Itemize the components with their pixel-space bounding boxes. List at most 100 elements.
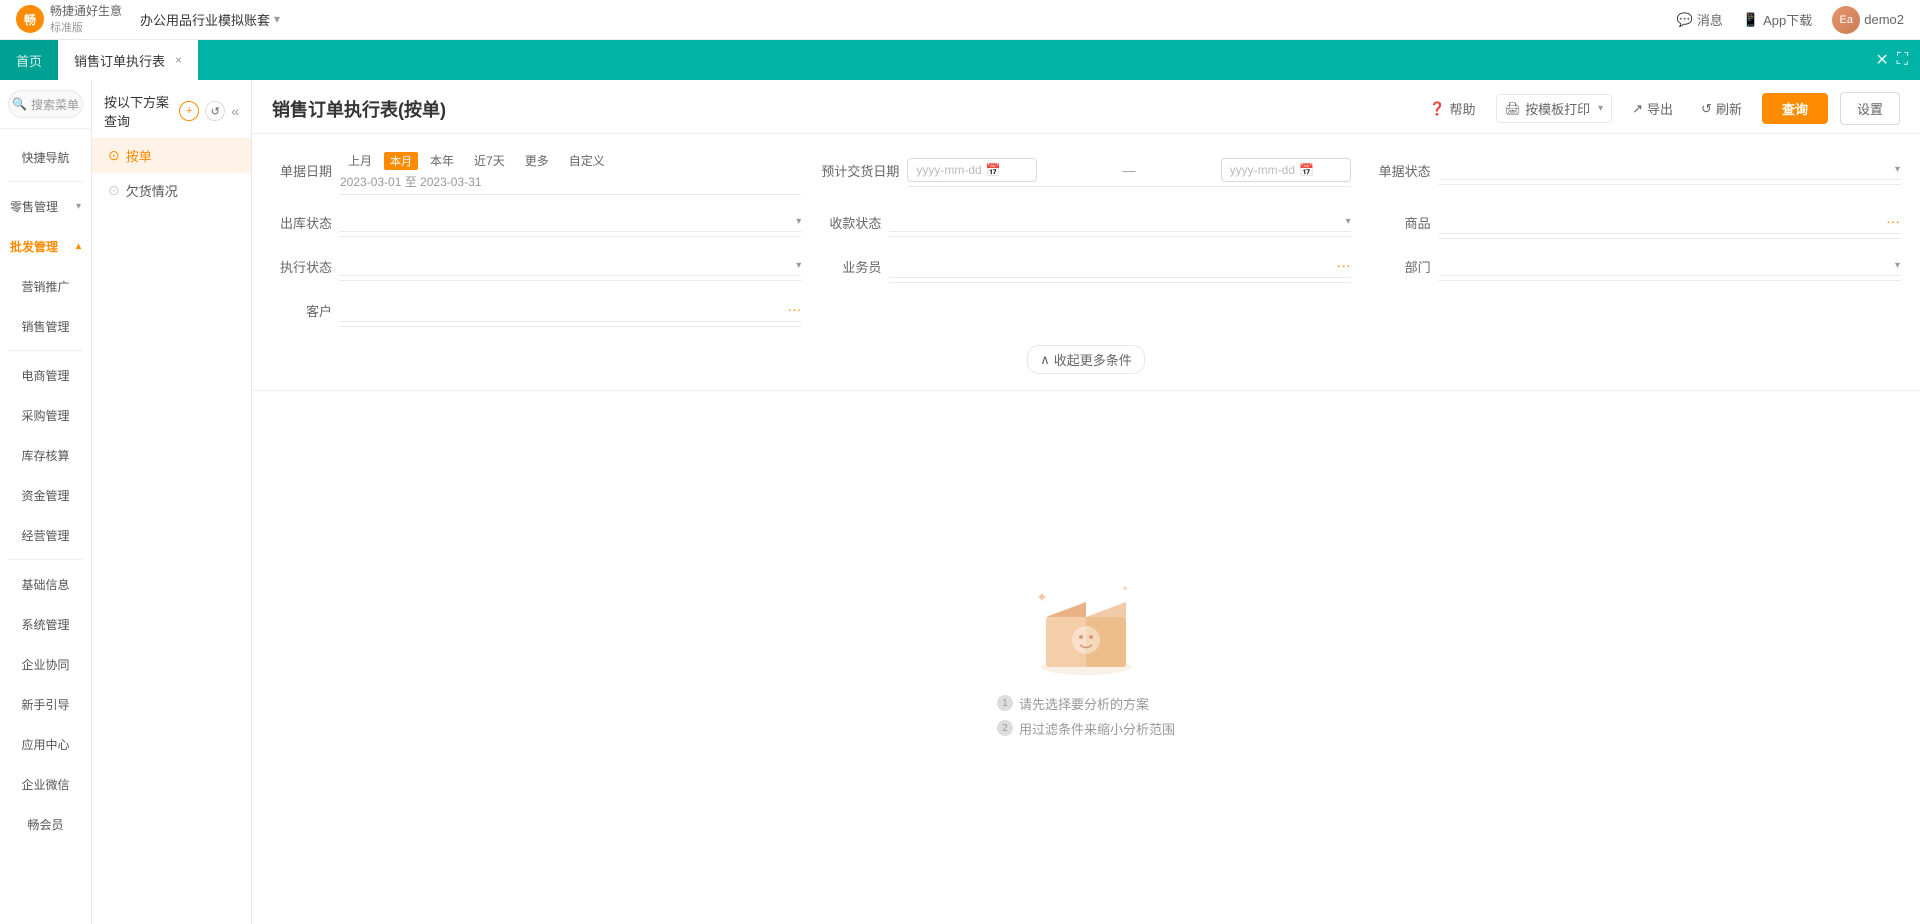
expected-date-end-input[interactable]: yyyy-mm-dd 📅 <box>1221 158 1351 182</box>
search-label: 搜索菜单 <box>31 96 79 113</box>
maximize-icon[interactable]: ⛶ <box>1897 51 1908 69</box>
main-layout: 🔍 搜索菜单 快捷导航 零售管理 ▾ 批发管理 ▴ 营销推广 销售管理 <box>0 80 1920 924</box>
sidebar-item-wechat[interactable]: 企业微信 <box>0 764 91 804</box>
out-status-control[interactable]: ▾ <box>340 208 801 237</box>
exec-status-arrow-icon: ▾ <box>796 260 801 271</box>
date-tab-prev-month[interactable]: 上月 <box>340 150 380 171</box>
settings-button[interactable]: 设置 <box>1840 92 1900 125</box>
scheme-item-shortage[interactable]: ⊙ 欠货情况 <box>92 173 251 208</box>
sidebar-item-basic[interactable]: 基础信息 <box>0 564 91 604</box>
sidebar-item-member[interactable]: 畅会员 <box>0 804 91 844</box>
svg-text:✦: ✦ <box>1036 589 1048 605</box>
salesperson-dots-icon[interactable]: ··· <box>1337 257 1351 273</box>
filter-date: 单据日期 上月 本月 本年 近7天 更多 自定义 20 <box>272 146 801 195</box>
date-control[interactable]: 上月 本月 本年 近7天 更多 自定义 2023-03-01 至 2023-03… <box>340 146 801 195</box>
filter-customer: 客户 ··· <box>272 293 801 327</box>
header-actions: ❓ 帮助 🖨 按模板打印 ▾ ↗ 导出 ↺ <box>1421 92 1900 125</box>
goods-control[interactable]: ··· <box>1439 205 1900 239</box>
message-button[interactable]: 💬 消息 <box>1677 10 1723 29</box>
doc-status-arrow-icon: ▾ <box>1895 164 1900 175</box>
scheme-item-by-order[interactable]: ⊙ 按单 <box>92 138 251 173</box>
sidebar-search-button[interactable]: 🔍 搜索菜单 <box>8 90 83 118</box>
left-panel-header: 按以下方案查询 + ↺ « <box>92 92 251 138</box>
breadcrumb-arrow-icon: ▾ <box>274 12 280 26</box>
empty-illustration: ✦ ✦ <box>1021 572 1151 682</box>
date-tab-more[interactable]: 更多 <box>517 150 557 171</box>
left-panel-title: 按以下方案查询 <box>104 92 179 130</box>
salesperson-label: 业务员 <box>821 257 881 276</box>
empty-tip-2: 2 用过滤条件来缩小分析范围 <box>997 719 1175 738</box>
customer-label: 客户 <box>272 301 332 320</box>
sidebar-item-newbie[interactable]: 新手引导 <box>0 684 91 724</box>
inner-layout: 按以下方案查询 + ↺ « ⊙ 按单 <box>92 80 1920 924</box>
app-download-button[interactable]: 📱 App下载 <box>1743 10 1812 29</box>
doc-status-control[interactable]: ▾ <box>1439 156 1900 185</box>
print-dropdown-icon: ▾ <box>1598 103 1603 114</box>
salesperson-control[interactable]: ··· <box>889 249 1350 283</box>
expected-date-label: 预计交货日期 <box>821 161 899 180</box>
sidebar-item-marketing[interactable]: 营销推广 <box>0 266 91 306</box>
goods-label: 商品 <box>1371 213 1431 232</box>
out-status-arrow-icon: ▾ <box>796 216 801 227</box>
filter-dept: 部门 ▾ <box>1371 249 1900 283</box>
search-icon: 🔍 <box>12 97 27 111</box>
sidebar-item-wholesale[interactable]: 批发管理 ▴ <box>0 226 91 266</box>
date-tab-current-year[interactable]: 本年 <box>422 150 462 171</box>
empty-state: ✦ ✦ 1 请先选择要分析的方案 <box>252 391 1920 924</box>
sidebar-item-finance[interactable]: 资金管理 <box>0 475 91 515</box>
user-menu[interactable]: Ea demo2 <box>1832 6 1904 34</box>
sidebar-item-sales[interactable]: 销售管理 <box>0 306 91 346</box>
dept-control[interactable]: ▾ <box>1439 252 1900 281</box>
date-separator: — <box>1123 163 1136 178</box>
add-scheme-button[interactable]: + <box>179 101 199 121</box>
date-tab-7days[interactable]: 近7天 <box>466 150 513 171</box>
date-tab-custom[interactable]: 自定义 <box>561 150 613 171</box>
empty-tips: 1 请先选择要分析的方案 2 用过滤条件来缩小分析范围 <box>997 694 1175 744</box>
close-window-icon[interactable]: ✕ <box>1875 50 1888 70</box>
tab-close-icon[interactable]: × <box>175 53 182 67</box>
doc-status-label: 单据状态 <box>1371 161 1431 180</box>
sidebar: 🔍 搜索菜单 快捷导航 零售管理 ▾ 批发管理 ▴ 营销推广 销售管理 <box>0 80 92 924</box>
sidebar-item-operations[interactable]: 经营管理 <box>0 515 91 555</box>
filter-placeholder-2 <box>821 293 1350 327</box>
collapse-filter-button[interactable]: ∧ 收起更多条件 <box>1027 345 1145 374</box>
help-button[interactable]: ❓ 帮助 <box>1421 95 1483 122</box>
sidebar-item-system[interactable]: 系统管理 <box>0 604 91 644</box>
collapse-panel-button[interactable]: « <box>231 103 239 119</box>
sidebar-item-apps[interactable]: 应用中心 <box>0 724 91 764</box>
left-panel: 按以下方案查询 + ↺ « ⊙ 按单 <box>92 80 252 924</box>
refresh-button[interactable]: ↺ 刷新 <box>1693 95 1750 122</box>
query-button[interactable]: 查询 <box>1762 93 1828 124</box>
scheme-by-order-label: 按单 <box>126 146 152 165</box>
filter-area: 单据日期 上月 本月 本年 近7天 更多 自定义 20 <box>252 134 1920 391</box>
exec-status-control[interactable]: ▾ <box>340 252 801 281</box>
tab-bar-right: ✕ ⛶ <box>1875 50 1920 70</box>
filter-doc-status: 单据状态 ▾ <box>1371 146 1900 195</box>
refresh-scheme-button[interactable]: ↺ <box>205 101 225 121</box>
sidebar-item-corp[interactable]: 企业协同 <box>0 644 91 684</box>
export-button[interactable]: ↗ 导出 <box>1624 95 1681 122</box>
customer-dots-icon[interactable]: ··· <box>787 301 801 317</box>
receipt-status-control[interactable]: ▾ <box>889 208 1350 237</box>
date-label: 单据日期 <box>272 161 332 180</box>
sidebar-item-inventory[interactable]: 库存核算 <box>0 435 91 475</box>
sidebar-item-retail[interactable]: 零售管理 ▾ <box>0 186 91 226</box>
phone-icon: 📱 <box>1743 12 1759 28</box>
sidebar-item-ecommerce[interactable]: 电商管理 <box>0 355 91 395</box>
goods-dots-icon[interactable]: ··· <box>1886 213 1900 229</box>
breadcrumb-text: 办公用品行业模拟账套 <box>140 10 270 29</box>
sidebar-item-purchase[interactable]: 采购管理 <box>0 395 91 435</box>
sidebar-item-quicknav[interactable]: 快捷导航 <box>0 137 91 177</box>
scheme-shortage-label: 欠货情况 <box>126 181 178 200</box>
expected-date-start-input[interactable]: yyyy-mm-dd 📅 <box>907 158 1037 182</box>
print-button[interactable]: 🖨 按模板打印 ▾ <box>1496 94 1613 123</box>
breadcrumb[interactable]: 办公用品行业模拟账套 ▾ <box>140 10 280 29</box>
customer-control[interactable]: ··· <box>340 293 801 327</box>
page-title: 销售订单执行表(按单) <box>272 96 446 122</box>
filter-goods: 商品 ··· <box>1371 205 1900 239</box>
sidebar-search-area: 🔍 搜索菜单 <box>0 80 91 129</box>
date-tab-current-month[interactable]: 本月 <box>384 152 418 170</box>
tab-sales-order[interactable]: 销售订单执行表 × <box>58 40 198 80</box>
message-icon: 💬 <box>1677 12 1693 28</box>
tab-home[interactable]: 首页 <box>0 40 58 80</box>
